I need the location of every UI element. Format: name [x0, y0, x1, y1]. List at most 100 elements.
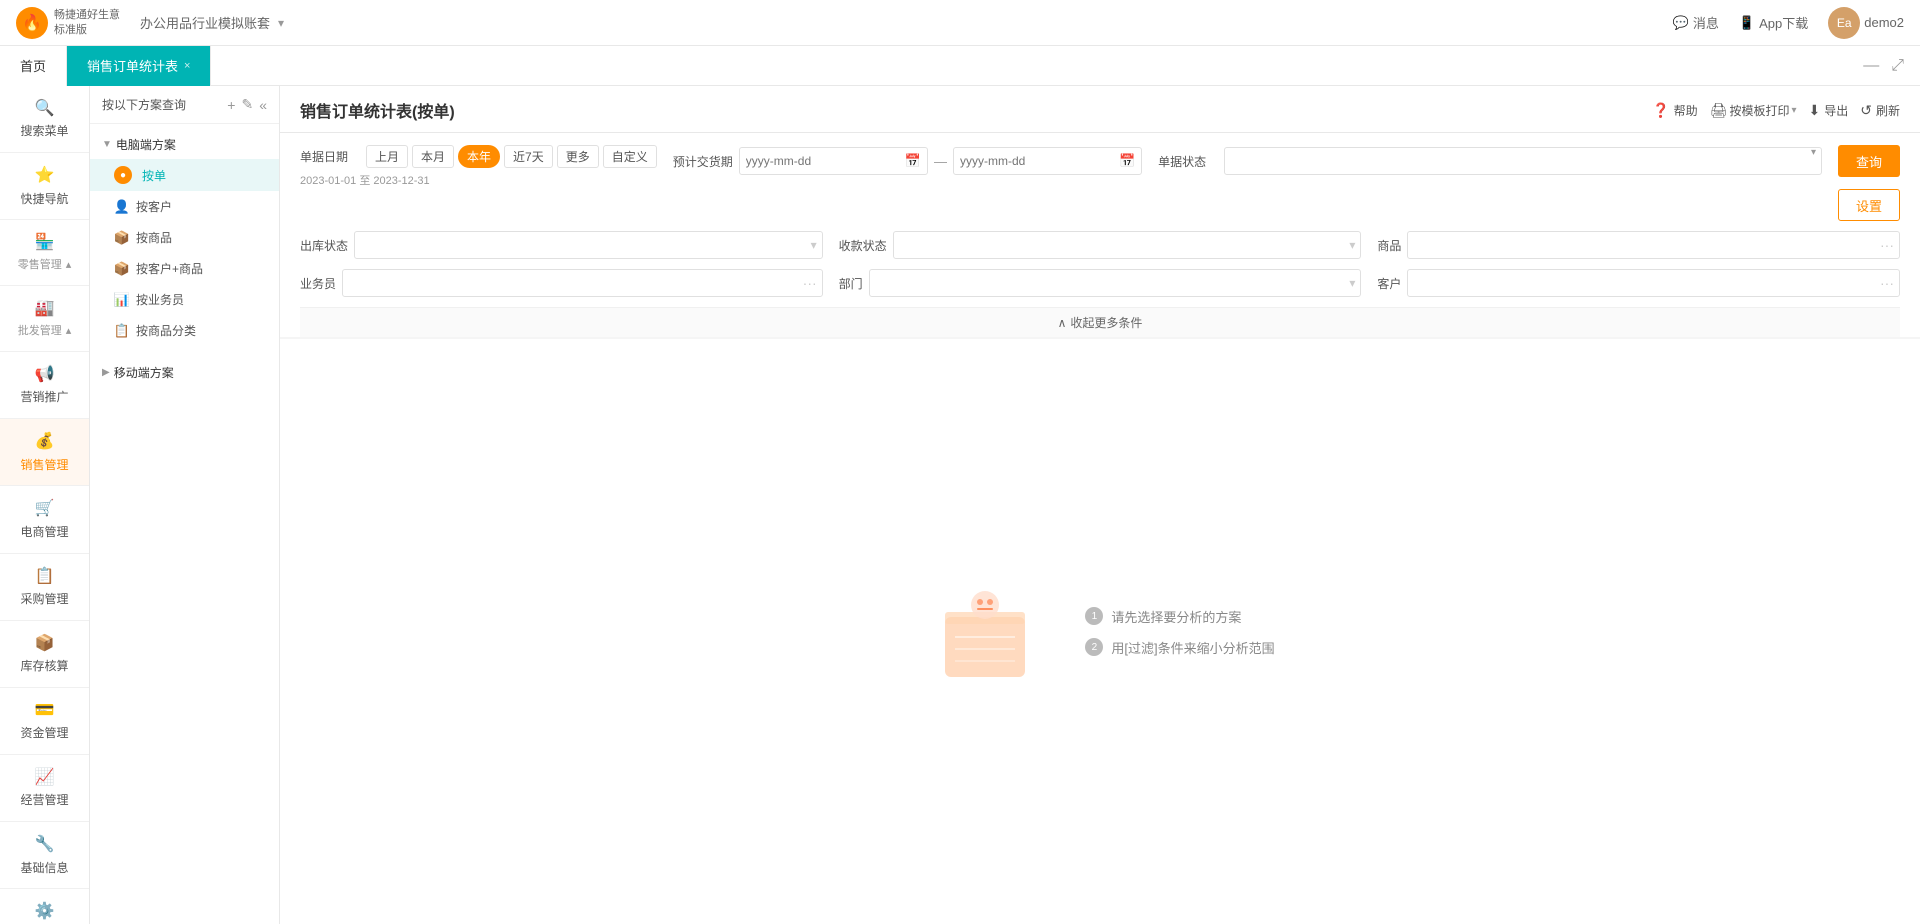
system-icon: ⚙️	[35, 901, 55, 923]
sidebar-item-basic[interactable]: 🔧 基础信息	[0, 822, 89, 889]
sidebar-item-search-menu[interactable]: 🔍 搜索菜单	[0, 86, 89, 153]
sidebar-item-retail[interactable]: 🏪 零售管理 ▴	[0, 220, 89, 286]
tab-active[interactable]: 销售订单统计表 ×	[67, 46, 211, 86]
help-icon: ❓	[1652, 102, 1669, 119]
start-date-input[interactable]: 📅	[739, 147, 928, 175]
collapse-bar[interactable]: ∧ 收起更多条件	[300, 307, 1900, 337]
sidebar-item-system[interactable]: ⚙️ 系统管理	[0, 889, 89, 924]
message-action[interactable]: 💬 消息	[1673, 13, 1719, 32]
app-download-action[interactable]: 📱 App下载	[1739, 13, 1808, 32]
last-month-btn[interactable]: 上月	[366, 145, 408, 168]
wholesale-arrow: ▴	[66, 324, 72, 339]
shipping-status-select[interactable]	[354, 231, 823, 259]
sidebar-item-operations[interactable]: 📈 经营管理	[0, 755, 89, 822]
more-btn[interactable]: 更多	[557, 145, 599, 168]
tab-bar-right: — ⤢	[1863, 57, 1920, 75]
tab-close-icon[interactable]: ×	[184, 60, 190, 72]
sidebar-item-finance[interactable]: 💳 资金管理	[0, 688, 89, 755]
quick-nav-icon: ⭐	[35, 165, 55, 187]
by-product-icon: 📦	[114, 230, 130, 246]
date-range-display: 2023-01-01 至 2023-12-31	[300, 172, 657, 188]
marketing-icon: 📢	[35, 364, 55, 386]
help-btn[interactable]: ❓ 帮助	[1652, 102, 1697, 119]
dept-label: 部门	[839, 275, 863, 292]
by-category-icon: 📋	[114, 323, 130, 339]
sidebar-item-marketing[interactable]: 📢 营销推广	[0, 352, 89, 419]
main-layout: 🔍 搜索菜单 ⭐ 快捷导航 🏪 零售管理 ▴ 🏭 批发管理 ▴ 📢 营销推广	[0, 86, 1920, 924]
collapse-arrow: ∧	[1058, 316, 1067, 330]
customer-input[interactable]	[1407, 269, 1900, 297]
scheme-panel-header: 按以下方案查询 + ✎ «	[90, 86, 279, 124]
active-indicator: ●	[114, 166, 132, 184]
empty-svg	[925, 577, 1045, 687]
hint-1: 1 请先选择要分析的方案	[1085, 607, 1274, 626]
export-btn[interactable]: ⬇ 导出	[1809, 102, 1849, 119]
by-salesperson-icon: 📊	[114, 292, 130, 308]
pc-scheme-header[interactable]: ▼ 电脑端方案	[90, 130, 279, 159]
maximize-icon[interactable]: ⤢	[1891, 57, 1904, 75]
minimize-icon[interactable]: —	[1863, 57, 1879, 75]
purchase-icon: 📋	[35, 566, 55, 588]
scheme-item-by-salesperson[interactable]: 📊 按业务员	[90, 284, 279, 315]
tab-bar: 首页 销售订单统计表 × — ⤢	[0, 46, 1920, 86]
last7-btn[interactable]: 近7天	[504, 145, 553, 168]
user-profile[interactable]: Ea demo2	[1828, 7, 1904, 39]
end-date-input[interactable]: 📅	[953, 147, 1142, 175]
hint-2-num: 2	[1085, 638, 1103, 656]
sidebar-item-wholesale[interactable]: 🏭 批发管理 ▴	[0, 286, 89, 352]
workspace-name: 办公用品行业模拟账套	[140, 13, 270, 32]
custom-btn[interactable]: 自定义	[603, 145, 657, 168]
status-label: 单据状态	[1158, 153, 1218, 170]
product-input[interactable]	[1407, 231, 1900, 259]
scheme-item-by-category[interactable]: 📋 按商品分类	[90, 315, 279, 346]
export-icon: ⬇	[1809, 102, 1821, 119]
mobile-section-arrow: ▶	[102, 367, 110, 378]
query-button[interactable]: 查询	[1838, 145, 1900, 177]
expected-date-label: 预计交货期	[673, 153, 733, 170]
this-month-btn[interactable]: 本月	[412, 145, 454, 168]
print-arrow[interactable]: ▾	[1791, 105, 1796, 116]
empty-hints: 1 请先选择要分析的方案 2 用[过滤]条件来缩小分析范围	[1085, 607, 1274, 657]
dept-select[interactable]	[869, 269, 1362, 297]
scheme-item-by-order[interactable]: ● 按单	[90, 159, 279, 191]
scheme-edit-btn[interactable]: ✎	[241, 96, 253, 113]
sidebar-item-inventory[interactable]: 📦 库存核算	[0, 621, 89, 688]
refresh-btn[interactable]: ↺ 刷新	[1860, 102, 1900, 119]
finance-icon: 💳	[35, 700, 55, 722]
basic-icon: 🔧	[35, 834, 55, 856]
sidebar-item-sales[interactable]: 💰 销售管理	[0, 419, 89, 486]
sidebar-item-ecommerce[interactable]: 🛒 电商管理	[0, 486, 89, 553]
payment-label: 收款状态	[839, 237, 887, 254]
settings-button[interactable]: 设置	[1838, 189, 1900, 221]
scheme-panel: 按以下方案查询 + ✎ « ▼ 电脑端方案 ● 按单 👤	[90, 86, 280, 924]
scheme-item-by-product[interactable]: 📦 按商品	[90, 222, 279, 253]
payment-status-select[interactable]	[893, 231, 1362, 259]
mobile-scheme-header[interactable]: ▶ 移动端方案	[90, 358, 279, 387]
scheme-item-by-customer-product[interactable]: 📦 按客户+商品	[90, 253, 279, 284]
print-btn[interactable]: 🖨 按模板打印 ▾	[1710, 102, 1797, 119]
inner-layout: 按以下方案查询 + ✎ « ▼ 电脑端方案 ● 按单 👤	[90, 86, 1920, 924]
shipping-status-group: 出库状态 ▾	[300, 231, 823, 259]
top-bar-right: 💬 消息 📱 App下载 Ea demo2	[1673, 7, 1904, 39]
start-cal-icon: 📅	[905, 153, 921, 169]
salesperson-input[interactable]	[342, 269, 823, 297]
filter-row-2: 出库状态 ▾ 收款状态	[300, 231, 1900, 259]
scheme-collapse-btn[interactable]: «	[259, 97, 267, 113]
sidebar: 🔍 搜索菜单 ⭐ 快捷导航 🏪 零售管理 ▴ 🏭 批发管理 ▴ 📢 营销推广	[0, 86, 90, 924]
status-select[interactable]	[1224, 147, 1822, 175]
pc-scheme-section: ▼ 电脑端方案 ● 按单 👤 按客户 📦 按商品	[90, 124, 279, 352]
this-year-btn[interactable]: 本年	[458, 145, 500, 168]
page-header: 销售订单统计表(按单) ❓ 帮助 🖨 按模板打印 ▾	[280, 86, 1920, 133]
scheme-add-btn[interactable]: +	[227, 97, 235, 113]
page-title: 销售订单统计表(按单)	[300, 98, 455, 122]
sidebar-item-purchase[interactable]: 📋 采购管理	[0, 554, 89, 621]
refresh-icon: ↺	[1860, 102, 1872, 119]
sidebar-item-quick-nav[interactable]: ⭐ 快捷导航	[0, 153, 89, 220]
workspace-arrow[interactable]: ▾	[278, 16, 284, 30]
scheme-item-by-customer[interactable]: 👤 按客户	[90, 191, 279, 222]
inventory-icon: 📦	[35, 633, 55, 655]
end-date-field[interactable]	[960, 154, 1115, 168]
start-date-field[interactable]	[746, 154, 901, 168]
salesperson-label: 业务员	[300, 275, 336, 292]
tab-home[interactable]: 首页	[0, 46, 67, 86]
